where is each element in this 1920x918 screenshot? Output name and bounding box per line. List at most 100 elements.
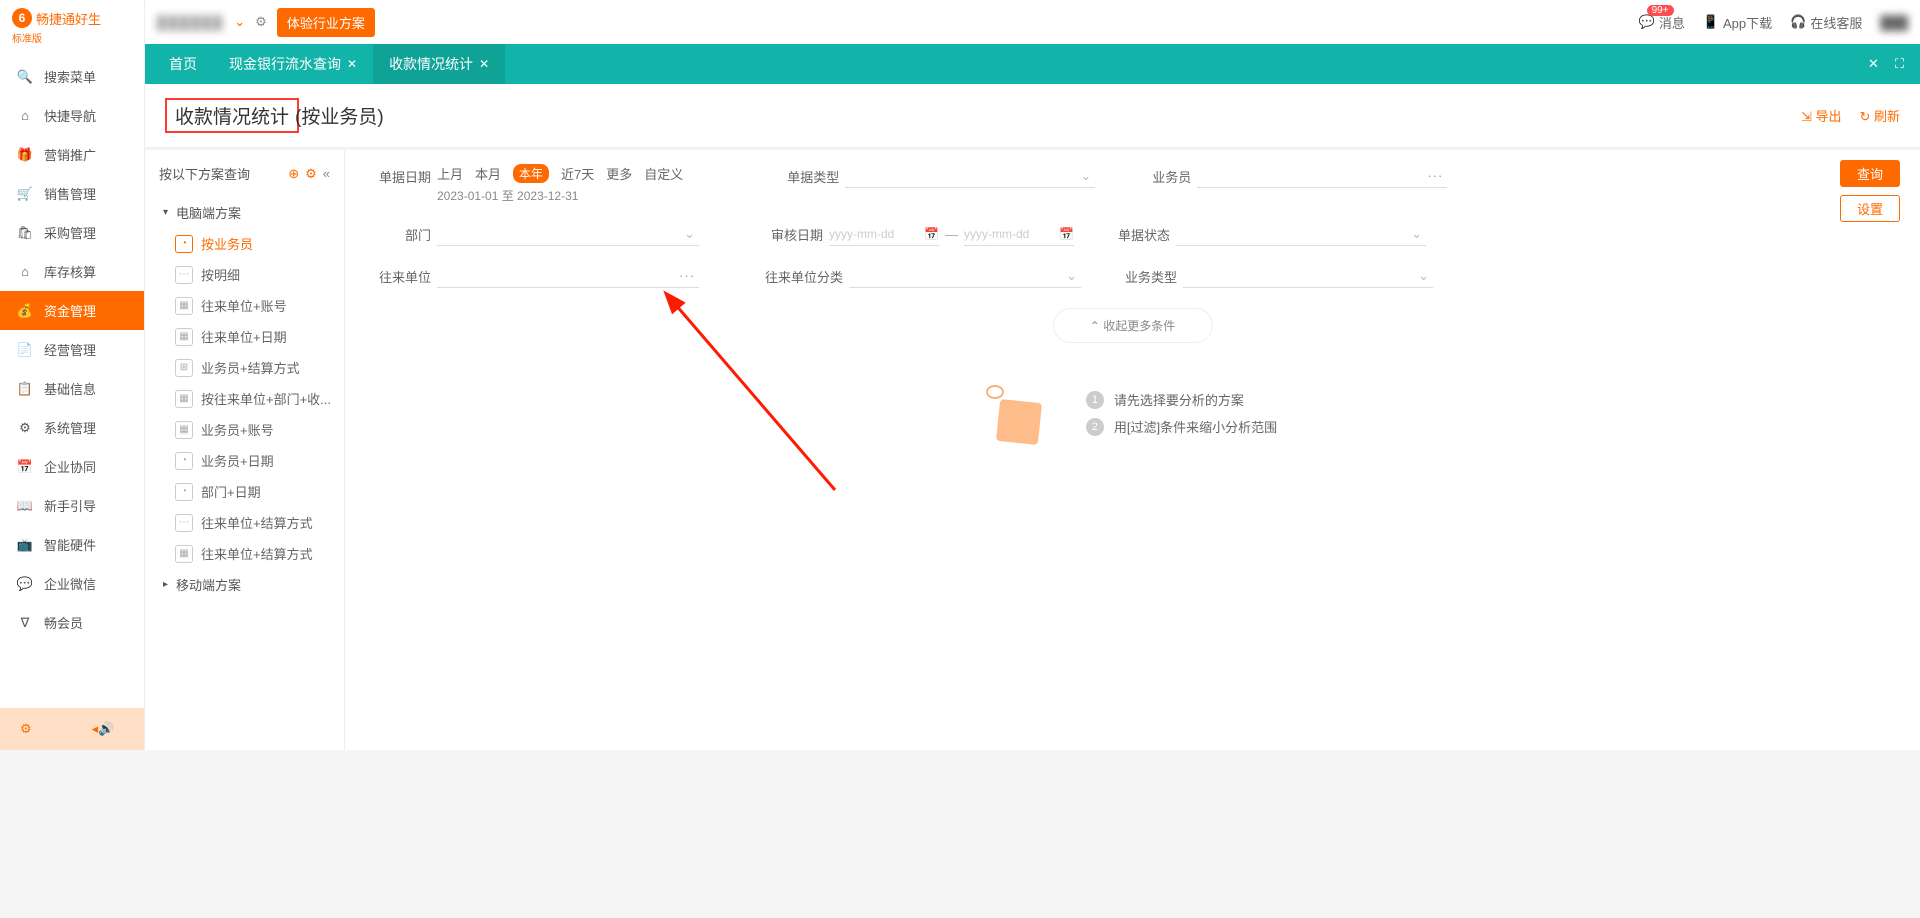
nav-item[interactable]: 🎁营销推广: [0, 135, 144, 174]
partner-category-select[interactable]: ⌄: [849, 264, 1081, 288]
close-all-icon[interactable]: ✕: [1868, 56, 1879, 72]
nav-icon: ⚙: [16, 419, 34, 437]
scheme-label: 按明细: [201, 265, 240, 284]
add-scheme-icon[interactable]: ⊕: [288, 166, 299, 182]
audit-date-to[interactable]: yyyy-mm-dd📅: [964, 222, 1074, 246]
salesperson-select[interactable]: ···: [1197, 164, 1447, 188]
refresh-button[interactable]: ↻ 刷新: [1859, 106, 1900, 125]
nav-label: 快捷导航: [44, 106, 96, 125]
nav-item[interactable]: ⌂ 快捷导航: [0, 96, 144, 135]
footer-gear-icon[interactable]: ⚙: [20, 721, 32, 737]
scheme-item[interactable]: ⋯往来单位+结算方式: [145, 507, 344, 538]
step-2-num: 2: [1086, 418, 1104, 436]
step-1-num: 1: [1086, 391, 1104, 409]
tab[interactable]: 首页: [153, 44, 213, 84]
chevron-down-icon[interactable]: ⌄: [234, 14, 245, 30]
nav-item[interactable]: 🔍搜索菜单: [0, 57, 144, 96]
scheme-item[interactable]: ⋯按明细: [145, 259, 344, 290]
scheme-item[interactable]: ◔业务员+日期: [145, 445, 344, 476]
nav-item[interactable]: 🛒销售管理: [0, 174, 144, 213]
department-select[interactable]: ⌄: [437, 222, 699, 246]
brand-icon: 6: [12, 8, 32, 28]
online-service-button[interactable]: 🎧 在线客服: [1790, 13, 1862, 32]
business-type-label: 业务类型: [1111, 264, 1177, 286]
close-icon[interactable]: ✕: [347, 57, 357, 71]
nav-item[interactable]: 💰资金管理: [0, 291, 144, 330]
date-option[interactable]: 近7天: [561, 164, 594, 183]
experience-button[interactable]: 体验行业方案: [277, 8, 375, 37]
settings-button[interactable]: 设置: [1840, 195, 1900, 222]
date-option[interactable]: 上月: [437, 164, 463, 183]
date-option[interactable]: 本月: [475, 164, 501, 183]
scheme-item[interactable]: ▦ 按往来单位+部门+收...: [145, 383, 344, 414]
nav-item[interactable]: 🛍采购管理: [0, 213, 144, 252]
nav-item[interactable]: ⌂库存核算: [0, 252, 144, 291]
date-dash: —: [945, 227, 958, 242]
nav-icon: 📋: [16, 380, 34, 398]
nav-label: 采购管理: [44, 223, 96, 242]
nav-label: 经营管理: [44, 340, 96, 359]
scheme-group-mobile[interactable]: ▸移动端方案: [145, 569, 344, 600]
nav-item[interactable]: 📅企业协同: [0, 447, 144, 486]
scheme-item[interactable]: ⊞业务员+结算方式: [145, 352, 344, 383]
close-icon[interactable]: ✕: [479, 57, 489, 71]
nav-item[interactable]: 📺智能硬件: [0, 525, 144, 564]
scheme-item[interactable]: ▦业务员+账号: [145, 414, 344, 445]
scheme-icon: ◔: [175, 452, 193, 470]
date-option[interactable]: 更多: [606, 164, 632, 183]
nav-item[interactable]: 📋基础信息: [0, 369, 144, 408]
fullscreen-icon[interactable]: ⛶: [1895, 56, 1904, 72]
bill-status-select[interactable]: ⌄: [1176, 222, 1426, 246]
nav-item[interactable]: ⚙系统管理: [0, 408, 144, 447]
bill-type-select[interactable]: ⌄: [845, 164, 1095, 188]
scheme-icon: ▦: [175, 390, 193, 408]
tab[interactable]: 现金银行流水查询✕: [213, 44, 373, 84]
date-option[interactable]: 自定义: [644, 164, 683, 183]
scheme-icon: ◔: [175, 483, 193, 501]
app-download-button[interactable]: 📱 App下载: [1703, 13, 1772, 32]
nav-item[interactable]: 💬企业微信: [0, 564, 144, 603]
scheme-item[interactable]: ▦往来单位+结算方式: [145, 538, 344, 569]
scheme-icon: ◔: [175, 235, 193, 253]
sidebar-footer: ⚙ ◂🔊: [0, 708, 144, 750]
scheme-gear-icon[interactable]: ⚙: [305, 166, 317, 182]
messages-button[interactable]: 99+ 💬 消息: [1639, 13, 1685, 32]
nav-item[interactable]: 📄经营管理: [0, 330, 144, 369]
scheme-label: 业务员+账号: [201, 420, 274, 439]
left-sidebar: 6 畅捷通好生 标准版 🔍搜索菜单 ⌂ 快捷导航 🎁营销推广🛒销售管理🛍采购管理⌂库存…: [0, 0, 145, 750]
nav-item[interactable]: ∇畅会员: [0, 603, 144, 642]
date-option[interactable]: 本年: [513, 164, 549, 183]
nav-icon: ⌂: [16, 107, 34, 125]
gear-icon[interactable]: ⚙: [255, 14, 267, 30]
tenant-name[interactable]: ██████: [157, 15, 224, 30]
user-avatar[interactable]: ███: [1880, 15, 1908, 30]
logo-area: 6 畅捷通好生 标准版: [0, 0, 144, 53]
nav-label: 营销推广: [44, 145, 96, 164]
scheme-icon: ⊞: [175, 359, 193, 377]
nav-icon: 📅: [16, 458, 34, 476]
scheme-label: 按往来单位+部门+收...: [201, 389, 331, 408]
partner-select[interactable]: ···: [437, 264, 699, 288]
query-button[interactable]: 查询: [1840, 160, 1900, 187]
scheme-item[interactable]: ▦往来单位+账号: [145, 290, 344, 321]
business-type-select[interactable]: ⌄: [1183, 264, 1433, 288]
topbar: ██████ ⌄ ⚙ 体验行业方案 99+ 💬 消息 📱 App下载 🎧 在线客…: [145, 0, 1920, 44]
scheme-group-mobile-label: 移动端方案: [176, 575, 241, 594]
collapse-panel-icon[interactable]: «: [323, 166, 330, 181]
audit-date-from[interactable]: yyyy-mm-dd📅: [829, 222, 939, 246]
audit-date-label: 审核日期: [757, 222, 823, 244]
tab[interactable]: 收款情况统计✕: [373, 44, 505, 84]
bill-status-label: 单据状态: [1104, 222, 1170, 244]
collapse-conditions-button[interactable]: ⌃ 收起更多条件: [1053, 308, 1213, 343]
scheme-label: 按业务员: [201, 234, 253, 253]
scheme-item[interactable]: ◔ 按业务员: [145, 228, 344, 259]
scheme-label: 往来单位+结算方式: [201, 513, 313, 532]
scheme-group-pc[interactable]: ▾电脑端方案: [145, 197, 344, 228]
scheme-icon: ▦: [175, 328, 193, 346]
nav-item[interactable]: 📖新手引导: [0, 486, 144, 525]
export-button[interactable]: ⇲ 导出: [1801, 106, 1842, 125]
scheme-item[interactable]: ▦往来单位+日期: [145, 321, 344, 352]
scheme-item[interactable]: ◔部门+日期: [145, 476, 344, 507]
footer-sound-icon[interactable]: ◂🔊: [92, 721, 115, 737]
scheme-icon: ▦: [175, 297, 193, 315]
